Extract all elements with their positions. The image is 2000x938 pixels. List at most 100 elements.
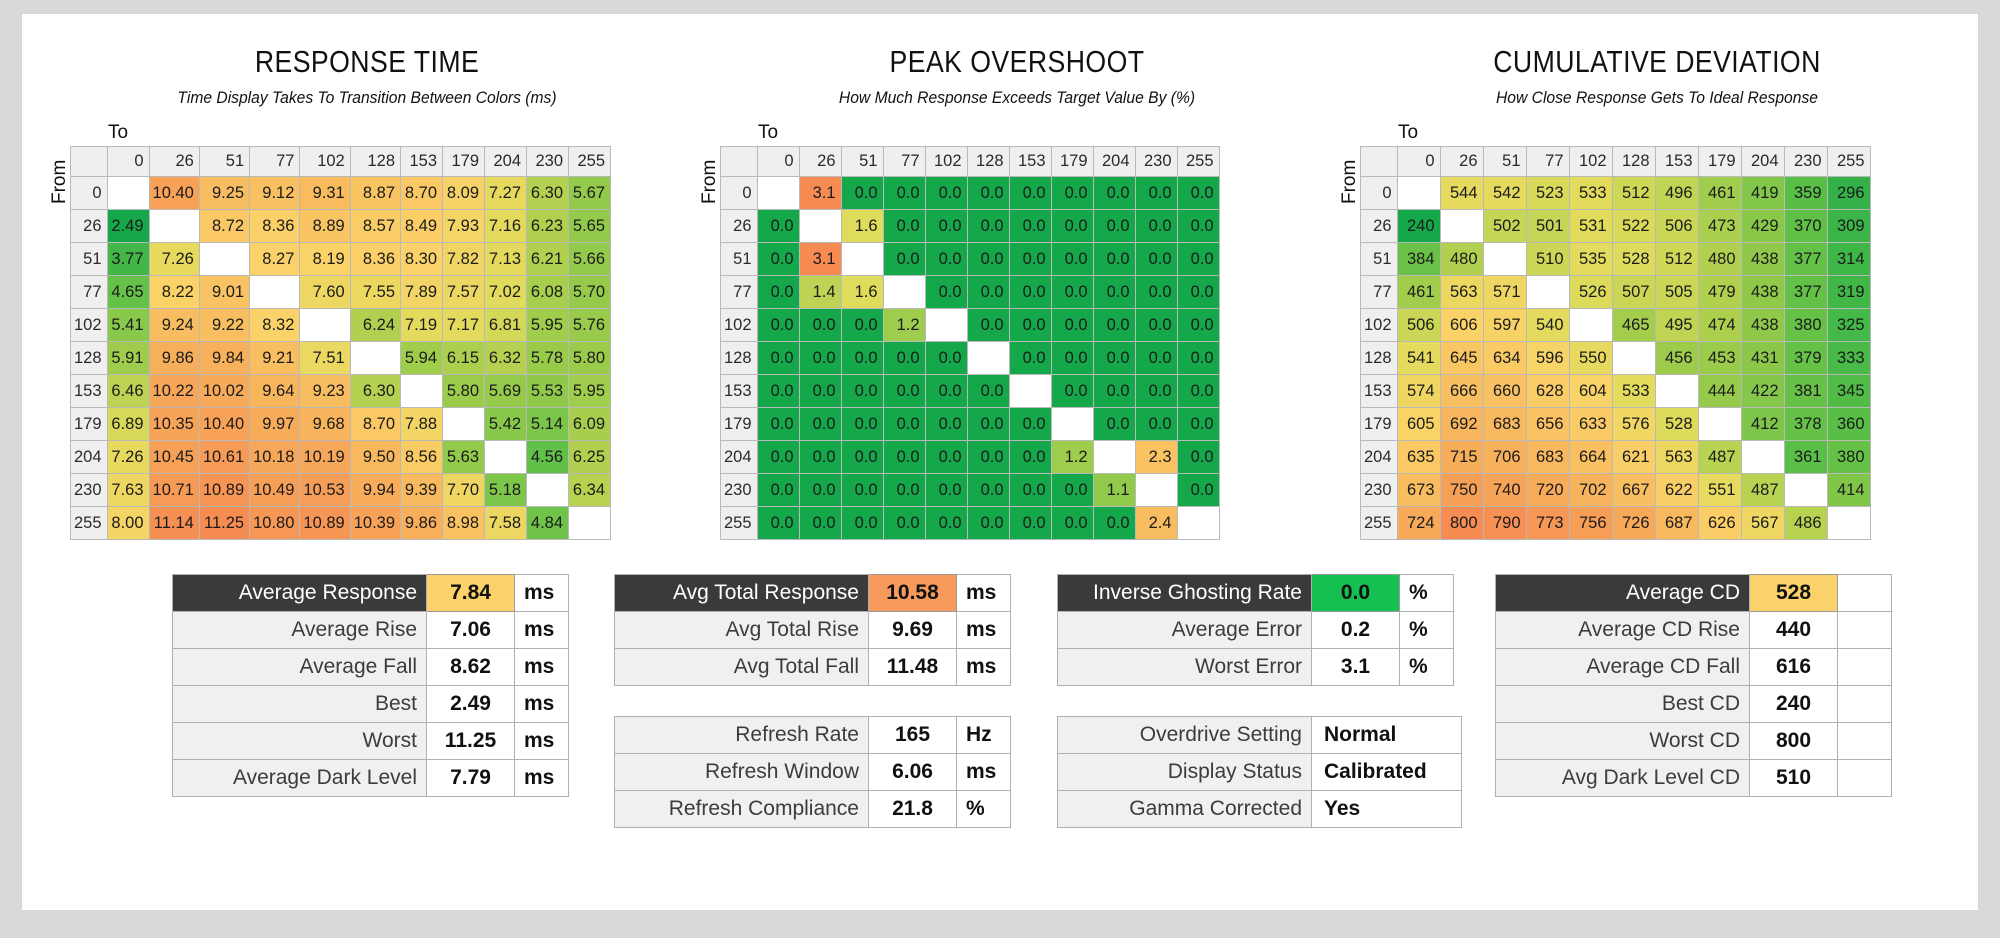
- stat-row: Worst Error 3.1%: [1057, 648, 1454, 686]
- matrix-cell: 0.0: [924, 275, 968, 309]
- matrix-cell: 0.0: [1134, 275, 1178, 309]
- axis-label-from-response-time: From: [49, 159, 70, 204]
- matrix-cell: 0.0: [1050, 176, 1094, 210]
- matrix-cell: 361: [1783, 440, 1828, 474]
- matrix-cell: 0.0: [1050, 275, 1094, 309]
- matrix-cell: 0.0: [1134, 407, 1178, 441]
- matrix-cell: 456: [1654, 341, 1699, 375]
- matrix-col-header: 153: [1008, 146, 1052, 177]
- matrix-row: 26 2.49 8.72 8.36 8.89 8.57 8.49 7.93 7.16 6.23 5.…: [70, 209, 612, 243]
- matrix-cell: 0.0: [1050, 242, 1094, 276]
- stat-value: 21.8: [868, 790, 957, 828]
- stat-value-primary: 0.0: [1311, 574, 1400, 612]
- matrix-cell: 574: [1396, 374, 1441, 408]
- matrix-row: 255 8.00 11.14 11.25 10.80 10.89 10.39 9.86 8.98…: [70, 506, 612, 540]
- stat-value: 800: [1749, 722, 1838, 760]
- matrix-cell-diagonal: [106, 176, 150, 210]
- stat-value: 240: [1749, 685, 1838, 723]
- matrix-col-header: 102: [924, 146, 968, 177]
- matrix-cell: 487: [1697, 440, 1742, 474]
- stat-row: Overdrive Setting Normal: [1057, 716, 1462, 754]
- stat-label: Avg Total Response: [614, 574, 869, 612]
- matrix-cell: 379: [1783, 341, 1828, 375]
- matrix-cell: 1.4: [798, 275, 842, 309]
- matrix-row-header: 77: [70, 275, 108, 309]
- stat-label: Refresh Window: [614, 753, 869, 791]
- matrix-cell: 0.0: [924, 242, 968, 276]
- matrix-row: 179 605 692 683 656 633 576 528 412 378 360: [1360, 407, 1871, 441]
- matrix-cell: 381: [1783, 374, 1828, 408]
- matrix-cell: 0.0: [1176, 308, 1220, 342]
- matrix-cell: 5.63: [442, 440, 486, 474]
- matrix-cell: 8.00: [106, 506, 150, 540]
- matrix-cell-diagonal: [966, 341, 1010, 375]
- matrix-cell: 512: [1654, 242, 1699, 276]
- matrix-cell: 345: [1826, 374, 1871, 408]
- matrix-cell: 5.80: [442, 374, 486, 408]
- matrix-cell: 10.22: [148, 374, 200, 408]
- matrix-cell: 550: [1568, 341, 1613, 375]
- stat-value-primary: 10.58: [868, 574, 957, 612]
- matrix-cell: 5.80: [568, 341, 612, 375]
- matrix-row: 255 0.0 0.0 0.0 0.0 0.0 0.0 0.0 0.0 0.0 2.4: [720, 506, 1220, 540]
- matrix-cumulative-deviation: 0 26 51 77 102 128 153 179 204 230 255 0 544 542 523 53…: [1360, 146, 1871, 540]
- matrix-cell-diagonal: [526, 473, 570, 507]
- matrix-cell: 0.0: [966, 407, 1010, 441]
- matrix-cell: 0.0: [882, 473, 926, 507]
- matrix-col-header: 153: [400, 146, 444, 177]
- stat-value: Normal: [1311, 716, 1462, 754]
- matrix-row: 77 461 563 571 526 507 505 479 438 377 319: [1360, 275, 1871, 309]
- matrix-cell: 5.95: [568, 374, 612, 408]
- stat-label: Refresh Compliance: [614, 790, 869, 828]
- matrix-cell: 0.0: [840, 440, 884, 474]
- matrix-cell: 9.25: [198, 176, 251, 210]
- matrix-cell: 9.50: [349, 440, 402, 474]
- matrix-cell: 750: [1439, 473, 1484, 507]
- matrix-cell: 7.63: [106, 473, 150, 507]
- matrix-cell: 5.65: [568, 209, 612, 243]
- panel-subtitle-cumulative-deviation: How Close Response Gets To Ideal Respons…: [1496, 88, 1818, 107]
- matrix-cell: 5.78: [526, 341, 570, 375]
- stat-value: 9.69: [868, 611, 957, 649]
- matrix-cell: 3.77: [106, 242, 150, 276]
- matrix-cell: 10.40: [148, 176, 200, 210]
- matrix-cell: 487: [1740, 473, 1785, 507]
- matrix-cell: 8.36: [349, 242, 402, 276]
- matrix-cell: 535: [1568, 242, 1613, 276]
- matrix-row-header: 77: [1360, 275, 1398, 309]
- stat-label: Worst Error: [1057, 648, 1312, 686]
- matrix-cell-diagonal: [1439, 209, 1484, 243]
- matrix-cell: 0.0: [1050, 209, 1094, 243]
- matrix-cell: 384: [1396, 242, 1441, 276]
- stat-label: Worst: [172, 722, 427, 760]
- matrix-cell: 0.0: [798, 341, 842, 375]
- matrix-cell: 419: [1740, 176, 1785, 210]
- panel-subtitle-response-time: Time Display Takes To Transition Between…: [177, 88, 557, 107]
- matrix-cell: 11.14: [148, 506, 200, 540]
- matrix-row-header: 153: [720, 374, 758, 408]
- matrix-peak-overshoot: 0 26 51 77 102 128 153 179 204 230 255 0 3.1 0.0 0.0 0.…: [720, 146, 1220, 540]
- matrix-row: 153 574 666 660 628 604 533 444 422 381 345: [1360, 374, 1871, 408]
- matrix-col-header: 77: [249, 146, 301, 177]
- stat-unit: [1837, 759, 1892, 797]
- matrix-cell: 461: [1697, 176, 1742, 210]
- matrix-cell: 0.0: [882, 506, 926, 540]
- matrix-cell: 314: [1826, 242, 1871, 276]
- matrix-cell: 429: [1740, 209, 1785, 243]
- matrix-cell: 526: [1568, 275, 1613, 309]
- matrix-cell: 7.60: [299, 275, 351, 309]
- matrix-cell: 10.35: [148, 407, 200, 441]
- stat-row: Avg Dark Level CD 510: [1495, 759, 1892, 797]
- matrix-cell: 10.89: [198, 473, 251, 507]
- matrix-cell: 0.0: [756, 440, 800, 474]
- matrix-col-header: 204: [484, 146, 528, 177]
- matrix-cell: 8.30: [400, 242, 444, 276]
- stat-value-primary: 7.84: [426, 574, 515, 612]
- matrix-col-header: 51: [198, 146, 251, 177]
- matrix-cell: 325: [1826, 308, 1871, 342]
- matrix-cell: 706: [1482, 440, 1527, 474]
- matrix-corner: [70, 146, 108, 177]
- matrix-cell: 10.02: [198, 374, 251, 408]
- matrix-cell: 359: [1783, 176, 1828, 210]
- matrix-cell: 0.0: [798, 473, 842, 507]
